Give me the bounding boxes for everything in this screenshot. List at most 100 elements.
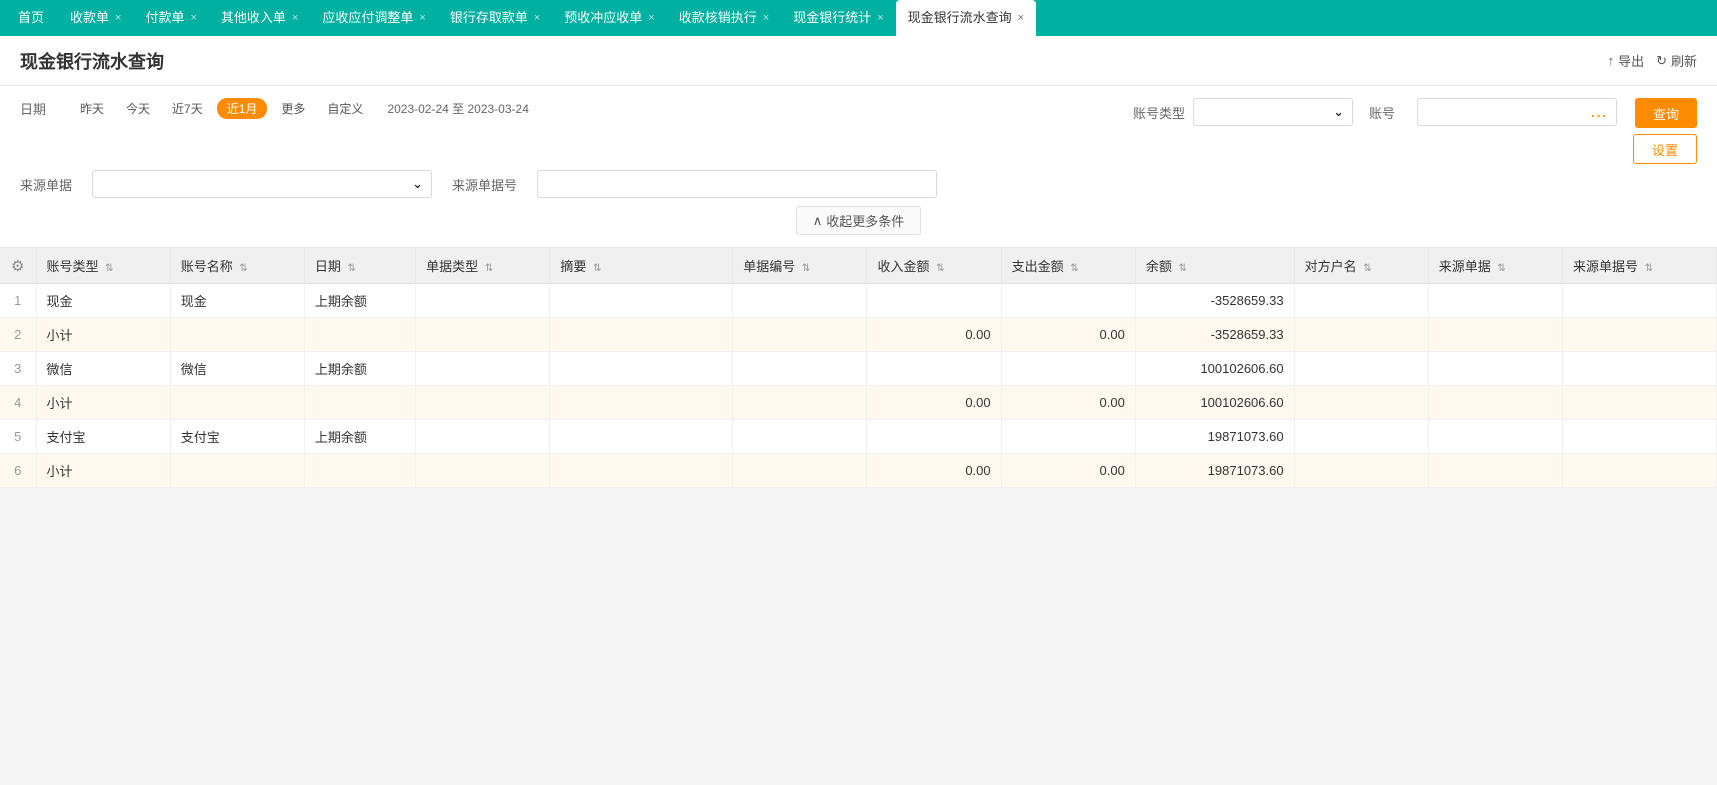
nav-home[interactable]: 首页 <box>4 0 58 36</box>
row-number: 2 <box>0 318 36 352</box>
cell-source_doc <box>1428 454 1562 488</box>
nav-tab-cashflow[interactable]: 现金银行流水查询 × <box>896 0 1036 36</box>
sort-icon: ⇅ <box>348 263 356 274</box>
nav-tab-fukuandan[interactable]: 付款单 × <box>133 0 208 36</box>
column-summary[interactable]: 摘要 ⇅ <box>550 248 733 284</box>
row-number: 6 <box>0 454 36 488</box>
cell-expense: 0.00 <box>1001 386 1135 420</box>
settings-button[interactable]: 设置 <box>1633 134 1697 164</box>
cell-doc_no <box>733 386 867 420</box>
column-income[interactable]: 收入金额 ⇅ <box>867 248 1001 284</box>
cell-summary <box>550 352 733 386</box>
cell-income <box>867 284 1001 318</box>
cell-income: 0.00 <box>867 454 1001 488</box>
column-balance[interactable]: 余额 ⇅ <box>1135 248 1294 284</box>
account-type-filter: 账号类型 ⌄ <box>1133 98 1353 126</box>
table-settings-gear[interactable]: ⚙ <box>11 258 24 275</box>
close-icon[interactable]: × <box>292 0 298 36</box>
cell-doc_type <box>416 454 550 488</box>
source-doc-select[interactable]: ⌄ <box>92 170 432 198</box>
query-button[interactable]: 查询 <box>1635 98 1697 128</box>
cell-summary <box>550 420 733 454</box>
cell-source_doc <box>1428 420 1562 454</box>
nav-tab-shoukuandan[interactable]: 收款单 × <box>58 0 133 36</box>
column-account-type[interactable]: 账号类型 ⇅ <box>36 248 170 284</box>
date-btn-custom[interactable]: 自定义 <box>319 98 371 119</box>
cell-date: 上期余额 <box>304 420 415 454</box>
close-icon[interactable]: × <box>534 0 540 36</box>
table-row: 4小计0.000.00100102606.60 <box>0 386 1717 420</box>
cell-doc_no <box>733 352 867 386</box>
column-source-doc[interactable]: 来源单据 ⇅ <box>1428 248 1562 284</box>
sort-icon: ⇅ <box>1645 263 1653 274</box>
column-doc-type[interactable]: 单据类型 ⇅ <box>416 248 550 284</box>
column-doc-no[interactable]: 单据编号 ⇅ <box>733 248 867 284</box>
table-row: 6小计0.000.0019871073.60 <box>0 454 1717 488</box>
nav-tab-yushou[interactable]: 预收冲应收单 × <box>552 0 666 36</box>
cell-date <box>304 386 415 420</box>
column-source-doc-no[interactable]: 来源单据号 ⇅ <box>1562 248 1716 284</box>
account-ellipsis-btn[interactable]: ... <box>1591 105 1608 120</box>
cell-account_name: 微信 <box>170 352 304 386</box>
cell-doc_no <box>733 318 867 352</box>
date-btn-1month[interactable]: 近1月 <box>217 98 268 119</box>
account-no-input[interactable]: ... <box>1417 98 1617 126</box>
cell-counterpart <box>1294 352 1428 386</box>
close-icon[interactable]: × <box>419 0 425 36</box>
date-btn-today[interactable]: 今天 <box>118 98 158 119</box>
close-icon[interactable]: × <box>648 0 654 36</box>
sort-icon: ⇅ <box>802 263 810 274</box>
sort-icon: ⇅ <box>1178 263 1186 274</box>
cell-date: 上期余额 <box>304 284 415 318</box>
cell-income: 0.00 <box>867 318 1001 352</box>
column-counterpart[interactable]: 对方户名 ⇅ <box>1294 248 1428 284</box>
cell-doc_type <box>416 352 550 386</box>
collapse-button[interactable]: ∧ 收起更多条件 <box>796 206 922 235</box>
cell-counterpart <box>1294 318 1428 352</box>
top-navigation: 首页 收款单 × 付款单 × 其他收入单 × 应收应付调整单 × 银行存取款单 … <box>0 0 1717 36</box>
cell-summary <box>550 386 733 420</box>
cell-doc_no <box>733 454 867 488</box>
cell-balance: 19871073.60 <box>1135 420 1294 454</box>
filter-area: 日期 昨天 今天 近7天 近1月 更多 自定义 2023-02-24 至 202… <box>0 86 1717 248</box>
column-account-name[interactable]: 账号名称 ⇅ <box>170 248 304 284</box>
close-icon[interactable]: × <box>115 0 121 36</box>
close-icon[interactable]: × <box>190 0 196 36</box>
cell-source_doc_no <box>1562 318 1716 352</box>
date-btn-more[interactable]: 更多 <box>273 98 313 119</box>
column-expense[interactable]: 支出金额 ⇅ <box>1001 248 1135 284</box>
date-btn-yesterday[interactable]: 昨天 <box>72 98 112 119</box>
cell-balance: 100102606.60 <box>1135 386 1294 420</box>
nav-tab-yinhang[interactable]: 银行存取款单 × <box>438 0 552 36</box>
cell-account_name: 支付宝 <box>170 420 304 454</box>
cell-account_type: 支付宝 <box>36 420 170 454</box>
table-row: 5支付宝支付宝上期余额19871073.60 <box>0 420 1717 454</box>
refresh-button[interactable]: ↻ 刷新 <box>1656 51 1697 70</box>
table-header-row: ⚙ 账号类型 ⇅ 账号名称 ⇅ 日期 ⇅ 单据类型 ⇅ <box>0 248 1717 284</box>
refresh-icon: ↻ <box>1656 53 1667 69</box>
header-actions: ↑ 导出 ↻ 刷新 <box>1608 51 1697 70</box>
cell-doc_no <box>733 420 867 454</box>
row-number: 5 <box>0 420 36 454</box>
nav-tab-statistics[interactable]: 现金银行统计 × <box>781 0 895 36</box>
source-filter-row: 来源单据 ⌄ 来源单据号 <box>20 170 1697 198</box>
account-type-select[interactable]: ⌄ <box>1193 98 1353 126</box>
nav-tab-yingshou[interactable]: 应收应付调整单 × <box>310 0 437 36</box>
source-doc-no-input[interactable] <box>537 170 937 198</box>
cell-summary <box>550 318 733 352</box>
nav-tab-shoukuan[interactable]: 收款核销执行 × <box>667 0 781 36</box>
close-icon[interactable]: × <box>877 0 883 36</box>
cell-account_name <box>170 454 304 488</box>
nav-tab-qitataxshouru[interactable]: 其他收入单 × <box>209 0 310 36</box>
chevron-down-icon: ⌄ <box>1333 104 1344 120</box>
cell-source_doc_no <box>1562 352 1716 386</box>
date-btn-7days[interactable]: 近7天 <box>164 98 211 119</box>
export-icon: ↑ <box>1608 53 1615 68</box>
cell-date <box>304 454 415 488</box>
export-button[interactable]: ↑ 导出 <box>1608 51 1645 70</box>
column-date[interactable]: 日期 ⇅ <box>304 248 415 284</box>
close-icon[interactable]: × <box>1018 0 1024 36</box>
cell-income <box>867 352 1001 386</box>
cell-account_name <box>170 318 304 352</box>
close-icon[interactable]: × <box>763 0 769 36</box>
